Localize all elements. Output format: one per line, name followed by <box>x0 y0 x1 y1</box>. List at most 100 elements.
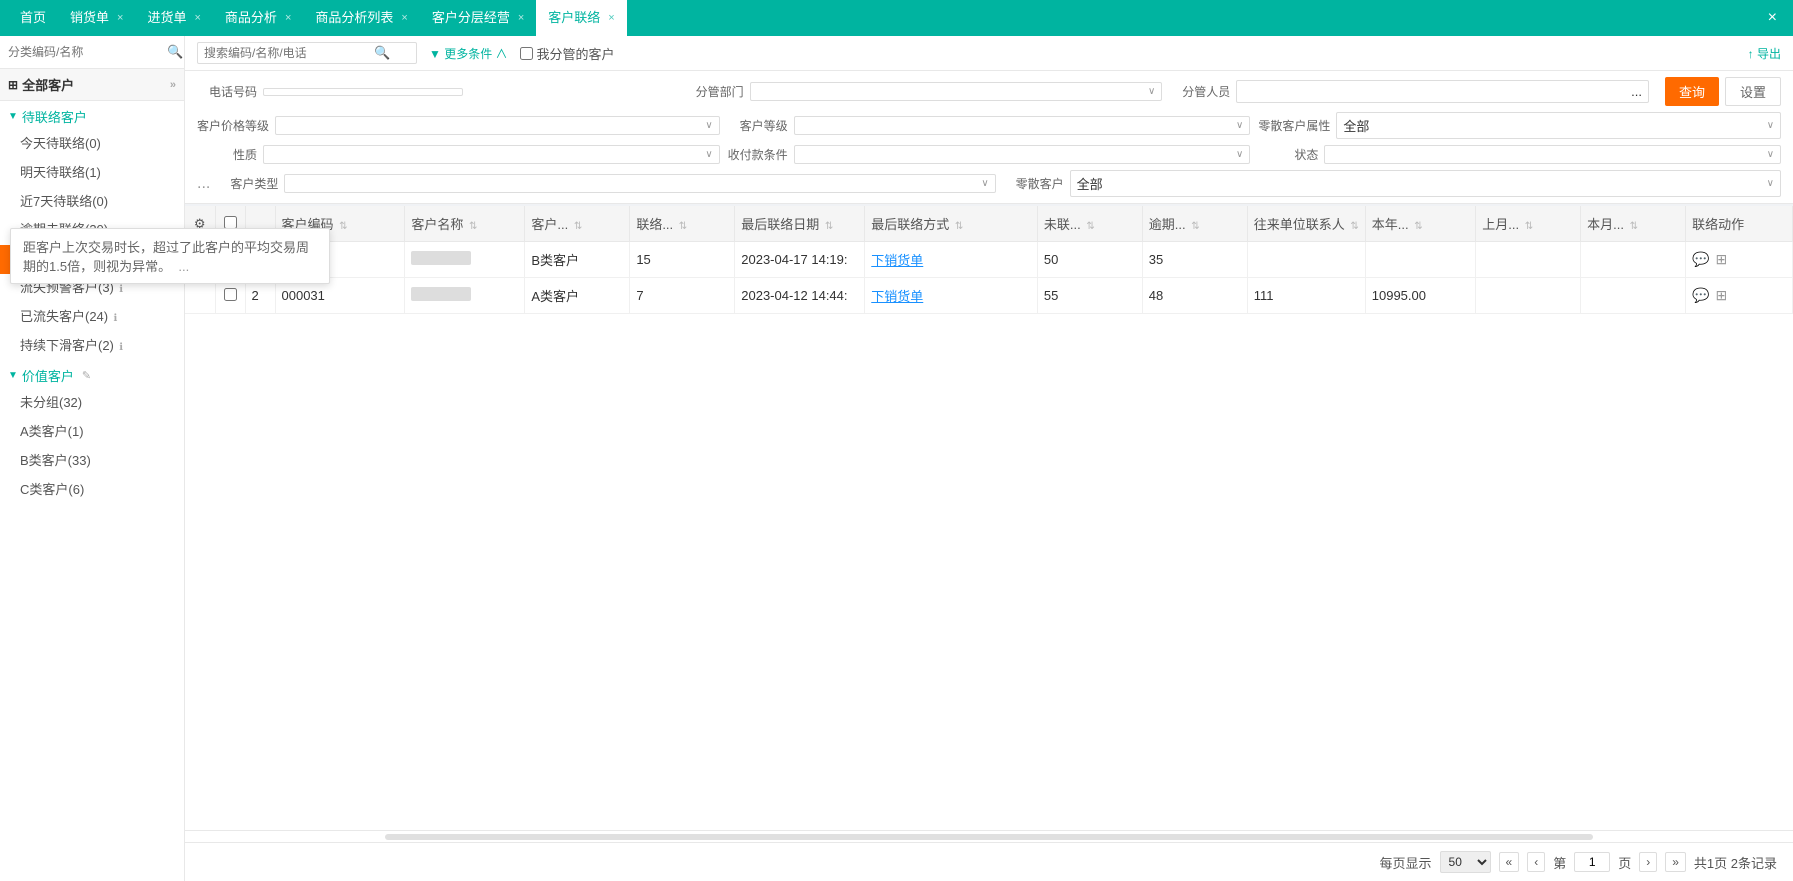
filter-price-level-select[interactable]: ∨ <box>275 116 720 135</box>
customer-table: ⚙ 客户编码 ⇅ 客户名称 ⇅ <box>185 206 1793 314</box>
chevron-down-icon: ∨ <box>1767 149 1774 160</box>
sidebar-search-input[interactable] <box>8 45 163 59</box>
filter-status-select[interactable]: ∨ <box>1324 145 1781 164</box>
sidebar-item-7days[interactable]: 近7天待联络(0) <box>0 188 184 217</box>
th-this-year[interactable]: 本年... ⇅ <box>1365 206 1475 242</box>
more-conditions-button[interactable]: ▼ 更多条件 ∧ <box>429 45 508 62</box>
th-this-month[interactable]: 本月... ⇅ <box>1581 206 1686 242</box>
th-not-contacted[interactable]: 未联... ⇅ <box>1037 206 1142 242</box>
page-number-input[interactable] <box>1574 852 1610 872</box>
filter-payment-select[interactable]: ∨ <box>794 145 1251 164</box>
sidebar-item-class-c[interactable]: C类客户(6) <box>0 476 184 505</box>
grid-action-icon[interactable]: ⊞ <box>1716 251 1728 268</box>
chat-icon[interactable]: 💬 <box>1692 287 1709 304</box>
grid-action-icon[interactable]: ⊞ <box>1716 287 1728 304</box>
sidebar-item-today[interactable]: 今天待联络(0) <box>0 130 184 159</box>
td-last-method[interactable]: 下销货单 <box>865 278 1038 314</box>
chevron-down-icon: ∨ <box>705 120 712 131</box>
th-name[interactable]: 客户名称 ⇅ <box>405 206 525 242</box>
sidebar-item-ungroup[interactable]: 未分组(32) <box>0 389 184 418</box>
nav-sales-order[interactable]: 销货单 × <box>58 0 135 36</box>
sidebar-item-declining[interactable]: 持续下滑客户(2) ℹ <box>0 332 184 361</box>
sidebar-group-pending[interactable]: ▼ 待联络客户 <box>0 101 184 130</box>
chat-icon[interactable]: 💬 <box>1692 251 1709 268</box>
th-overdue[interactable]: 逾期... ⇅ <box>1142 206 1247 242</box>
th-last-contact-date[interactable]: 最后联络日期 ⇅ <box>735 206 865 242</box>
export-button[interactable]: ↑ 导出 <box>1748 45 1781 62</box>
right-content: 🔍 ▼ 更多条件 ∧ 我分管的客户 ↑ 导出 电话号码 分管部门 <box>185 36 1793 881</box>
filter-retail-attribute-select[interactable]: 全部 ∨ <box>1336 112 1781 139</box>
sort-icon: ⇅ <box>1086 221 1094 232</box>
horizontal-scrollbar[interactable] <box>185 830 1793 842</box>
sidebar-item-class-a[interactable]: A类客户(1) <box>0 418 184 447</box>
close-icon[interactable]: × <box>117 0 123 36</box>
close-icon[interactable]: × <box>401 0 407 36</box>
nav-purchase-order[interactable]: 进货单 × <box>135 0 212 36</box>
per-page-select[interactable]: 50 100 200 <box>1440 851 1491 873</box>
close-icon[interactable]: × <box>518 0 524 36</box>
filter-dept-select[interactable]: ∨ <box>750 82 1163 101</box>
td-contact: 7 <box>630 278 735 314</box>
search-input[interactable] <box>204 46 374 60</box>
close-icon[interactable]: × <box>285 0 291 36</box>
close-icon[interactable]: × <box>194 0 200 36</box>
td-last-date: 2023-04-12 14:44: <box>735 278 865 314</box>
th-type[interactable]: 客户... ⇅ <box>525 206 630 242</box>
query-button[interactable]: 查询 <box>1665 77 1719 106</box>
collapse-icon[interactable]: » <box>170 79 176 91</box>
sidebar-item-tomorrow[interactable]: 明天待联络(1) <box>0 159 184 188</box>
nav-customer-contact[interactable]: 客户联络 × <box>536 0 626 36</box>
nav-customer-tier[interactable]: 客户分层经营 × <box>420 0 536 36</box>
last-page-button[interactable]: » <box>1665 852 1686 872</box>
nav-home[interactable]: 首页 <box>8 0 58 36</box>
filter-phone-input[interactable] <box>263 88 463 96</box>
filter-customer-type: 客户类型 ∨ <box>218 174 995 193</box>
sidebar-all-customers[interactable]: ⊞ 全部客户 » <box>0 69 184 101</box>
sidebar-item-class-b[interactable]: B类客户(33) <box>0 447 184 476</box>
nav-product-analysis-list[interactable]: 商品分析列表 × <box>303 0 419 36</box>
my-customers-checkbox-label[interactable]: 我分管的客户 <box>520 44 615 63</box>
close-icon[interactable]: × <box>608 0 614 36</box>
th-last-contact-method[interactable]: 最后联络方式 ⇅ <box>865 206 1038 242</box>
td-contact-person: 111 <box>1247 278 1365 314</box>
th-contact[interactable]: 联络... ⇅ <box>630 206 735 242</box>
info-icon: ℹ <box>119 342 123 353</box>
td-action: 💬 ⊞ <box>1686 242 1793 278</box>
td-this-month <box>1581 242 1686 278</box>
edit-icon[interactable]: ✎ <box>82 369 91 382</box>
search-icon[interactable]: 🔍 <box>374 45 390 61</box>
grid-icon: ⊞ <box>8 78 18 92</box>
settings-button[interactable]: 设置 <box>1725 77 1781 106</box>
filter-manager-input[interactable]: ... <box>1236 80 1649 103</box>
filter-retail-customer-select[interactable]: 全部 ∨ <box>1070 170 1781 197</box>
sort-icon: ⇅ <box>1414 221 1422 232</box>
td-last-method[interactable]: 下销货单 <box>865 242 1038 278</box>
filter-price-level: 客户价格等级 ∨ <box>197 116 720 135</box>
sidebar-group-value[interactable]: ▼ 价值客户 ✎ <box>0 360 184 389</box>
next-page-button[interactable]: › <box>1639 852 1657 872</box>
td-name[interactable] <box>405 242 525 278</box>
chevron-down-icon: ∨ <box>1767 178 1774 189</box>
filter-row-2: 客户价格等级 ∨ 客户等级 ∨ 零散客户属性 全部 <box>197 112 1781 139</box>
my-customers-checkbox[interactable] <box>520 47 533 60</box>
th-contact-person[interactable]: 往来单位联系人 ⇅ <box>1247 206 1365 242</box>
sidebar-search-icon[interactable]: 🔍 <box>167 44 183 60</box>
per-page-label: 每页显示 <box>1380 853 1432 872</box>
td-name[interactable] <box>405 278 525 314</box>
first-page-button[interactable]: « <box>1499 852 1520 872</box>
filter-customer-type-select[interactable]: ∨ <box>284 174 995 193</box>
filter-nature-select[interactable]: ∨ <box>263 145 720 164</box>
filter-phone: 电话号码 <box>197 83 676 100</box>
filter-customer-level-select[interactable]: ∨ <box>794 116 1251 135</box>
window-close-button[interactable]: × <box>1760 9 1785 27</box>
prev-page-button[interactable]: ‹ <box>1527 852 1545 872</box>
select-all-checkbox[interactable] <box>224 216 237 229</box>
row4-dots[interactable]: ... <box>197 175 210 193</box>
sidebar-item-lost[interactable]: 已流失客户(24) ℹ <box>0 303 184 332</box>
filter-payment-label: 收付款条件 <box>728 146 788 163</box>
row-checkbox[interactable] <box>224 288 237 301</box>
sort-icon: ⇅ <box>679 221 687 232</box>
page-label: 第 <box>1553 853 1566 872</box>
nav-product-analysis[interactable]: 商品分析 × <box>213 0 303 36</box>
th-last-month[interactable]: 上月... ⇅ <box>1476 206 1581 242</box>
